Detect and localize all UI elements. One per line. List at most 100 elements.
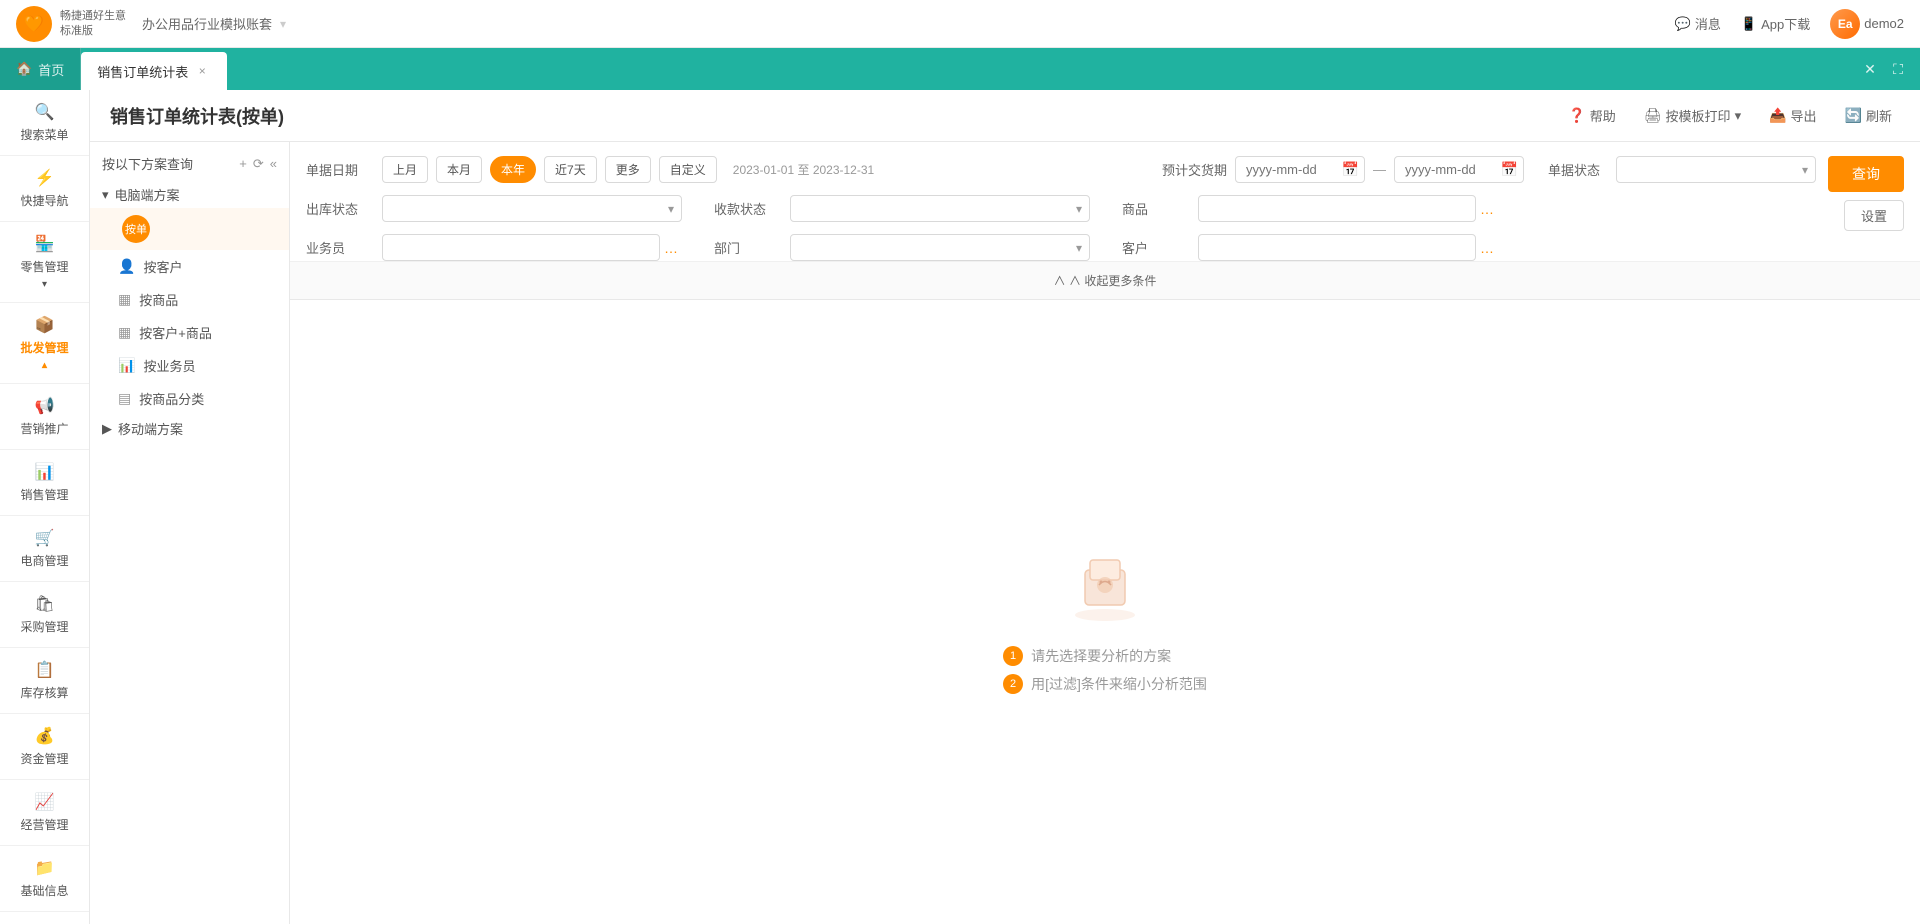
panel-header-icons: + ⟳ « (239, 156, 277, 172)
date-to-calendar-icon[interactable]: 📅 (1501, 161, 1518, 178)
collapse-button[interactable]: ∧ ∧ 收起更多条件 (290, 261, 1920, 299)
right-content: 单据日期 上月 本月 本年 近7天 更多 自定义 2023-01-01 至 20… (290, 142, 1920, 924)
date-btn-more[interactable]: 更多 (605, 156, 651, 183)
shipping-status-label: 出库状态 (306, 199, 366, 218)
sidebar-item-system[interactable]: ⚙ 系统管理 (0, 912, 89, 924)
sidebar-item-sales[interactable]: 📊 销售管理 (0, 450, 89, 516)
date-btn-custom[interactable]: 自定义 (659, 156, 717, 183)
sidebar-item-purchase[interactable]: 🛍 采购管理 (0, 582, 89, 648)
purchase-icon: 🛍 (34, 594, 54, 614)
logo-icon: 🧡 (16, 6, 52, 42)
sidebar-item-quick-nav[interactable]: ⚡ 快捷导航 (0, 156, 89, 222)
tab-close-all-icon[interactable]: ✕ (1860, 59, 1880, 79)
customer-icon: 👤 (118, 258, 135, 275)
goods-input[interactable] (1198, 195, 1476, 222)
cust-goods-icon: ▦ (118, 324, 131, 341)
add-scheme-icon[interactable]: + (239, 156, 247, 172)
panel-item-by-goods[interactable]: ▦ 按商品 (90, 283, 289, 316)
empty-illustration (1055, 530, 1155, 630)
refresh-button[interactable]: 🔄 刷新 (1837, 102, 1900, 129)
customer-input[interactable] (1198, 234, 1476, 261)
department-select[interactable] (790, 234, 1090, 261)
panel-item-by-salesperson[interactable]: 📊 按业务员 (90, 349, 289, 382)
basic-icon: 📁 (35, 858, 55, 878)
page-header: 销售订单统计表(按单) ❓ 帮助 🖨 按模板打印 ▾ 📤 导出 🔄 刷新 (90, 90, 1920, 142)
tab-sales-order-stat[interactable]: 销售订单统计表 × (81, 52, 227, 90)
expected-delivery-label: 预计交货期 (1162, 160, 1227, 179)
panel-item-by-cust-goods[interactable]: ▦ 按客户+商品 (90, 316, 289, 349)
wholesale-arrow-icon: ▴ (42, 360, 47, 371)
box-icon: 📦 (35, 315, 55, 335)
tab-close-icon[interactable]: × (194, 63, 210, 79)
logo-text: 畅捷通好生意 标准版 (60, 9, 126, 38)
sidebar-item-marketing[interactable]: 📢 营销推广 (0, 384, 89, 450)
panel-item-by-category[interactable]: ▤ 按商品分类 (90, 382, 289, 415)
sidebar-item-inventory[interactable]: 📋 库存核算 (0, 648, 89, 714)
refresh-icon: 🔄 (1845, 107, 1862, 124)
date-btn-7days[interactable]: 近7天 (544, 156, 597, 183)
tab-expand-icon[interactable]: ⛶ (1888, 59, 1908, 79)
goods-label: 商品 (1122, 199, 1182, 218)
panel-section-mobile[interactable]: ▶ 移动端方案 (90, 415, 289, 442)
goods-more-icon[interactable]: … (1476, 201, 1498, 217)
date-from-calendar-icon[interactable]: 📅 (1342, 161, 1359, 178)
empty-hint-1: 1 请先选择要分析的方案 (1003, 646, 1207, 666)
sidebar-item-retail[interactable]: 🏪 零售管理 ▾ (0, 222, 89, 303)
sidebar-item-finance[interactable]: 💰 资金管理 (0, 714, 89, 780)
panel-header: 按以下方案查询 + ⟳ « (90, 154, 289, 181)
panel-section-pc[interactable]: ▾ 电脑端方案 (90, 181, 289, 208)
payment-status-select[interactable] (790, 195, 1090, 222)
customer-more-icon[interactable]: … (1476, 240, 1498, 256)
template-print-button[interactable]: 🖨 按模板打印 ▾ (1636, 102, 1749, 129)
messages-button[interactable]: 💬 消息 (1675, 14, 1721, 33)
order-status-select[interactable] (1616, 156, 1816, 183)
left-panel: 按以下方案查询 + ⟳ « ▾ 电脑端方案 按单 (90, 142, 290, 924)
filter-row-2: 出库状态 ▾ 收款状态 ▾ 商品 (306, 195, 1816, 222)
collapse-icon: ∧ (1054, 274, 1066, 288)
help-button[interactable]: ❓ 帮助 (1560, 102, 1623, 129)
filter-row-3: 业务员 … 部门 ▾ 客户 (306, 234, 1816, 261)
sidebar-item-ecommerce[interactable]: 🛒 电商管理 (0, 516, 89, 582)
help-icon: ❓ (1568, 107, 1585, 124)
category-icon: ▤ (118, 390, 131, 407)
query-button-group: 查询 设置 (1828, 156, 1904, 261)
date-label: 单据日期 (306, 160, 366, 179)
goods-icon: ▦ (118, 291, 131, 308)
salesperson-more-icon[interactable]: … (660, 240, 682, 256)
app-download-button[interactable]: 📱 App下载 (1741, 14, 1810, 33)
panel-item-by-order[interactable]: 按单 (90, 208, 289, 250)
operations-icon: 📈 (35, 792, 55, 812)
salesperson-input[interactable] (382, 234, 660, 261)
collapse-panel-icon[interactable]: « (270, 156, 277, 172)
query-button[interactable]: 查询 (1828, 156, 1904, 192)
finance-icon: 💰 (35, 726, 55, 746)
empty-hints: 1 请先选择要分析的方案 2 用[过滤]条件来缩小分析范围 (1003, 646, 1207, 694)
export-button[interactable]: 📤 导出 (1761, 102, 1824, 129)
sidebar-item-search[interactable]: 🔍 搜索菜单 (0, 90, 89, 156)
date-btn-this-year[interactable]: 本年 (490, 156, 536, 183)
home-icon: 🏠 (16, 61, 32, 77)
sidebar-item-operations[interactable]: 📈 经营管理 (0, 780, 89, 846)
export-icon: 📤 (1769, 107, 1786, 124)
page-title: 销售订单统计表(按单) (110, 103, 284, 129)
lightning-icon: ⚡ (35, 168, 55, 188)
date-btn-last-month[interactable]: 上月 (382, 156, 428, 183)
date-btn-this-month[interactable]: 本月 (436, 156, 482, 183)
panel-item-by-customer[interactable]: 👤 按客户 (90, 250, 289, 283)
print-icon: 🖨 (1644, 107, 1662, 124)
tab-home[interactable]: 🏠 首页 (0, 48, 81, 90)
empty-state: 1 请先选择要分析的方案 2 用[过滤]条件来缩小分析范围 (290, 300, 1920, 924)
hint-num-1: 1 (1003, 646, 1023, 666)
refresh-scheme-icon[interactable]: ⟳ (253, 156, 264, 172)
sidebar-item-wholesale[interactable]: 📦 批发管理 ▴ (0, 303, 89, 384)
user-area[interactable]: Ea demo2 (1830, 9, 1904, 39)
settings-button[interactable]: 设置 (1844, 200, 1904, 231)
customer-label: 客户 (1122, 238, 1182, 257)
inventory-icon: 📋 (35, 660, 55, 680)
avatar: Ea (1830, 9, 1860, 39)
shipping-status-select[interactable] (382, 195, 682, 222)
download-icon: 📱 (1741, 16, 1757, 32)
store-icon: 🏪 (35, 234, 55, 254)
sidebar-item-basic[interactable]: 📁 基础信息 (0, 846, 89, 912)
section-pc-arrow-icon: ▾ (102, 187, 109, 203)
